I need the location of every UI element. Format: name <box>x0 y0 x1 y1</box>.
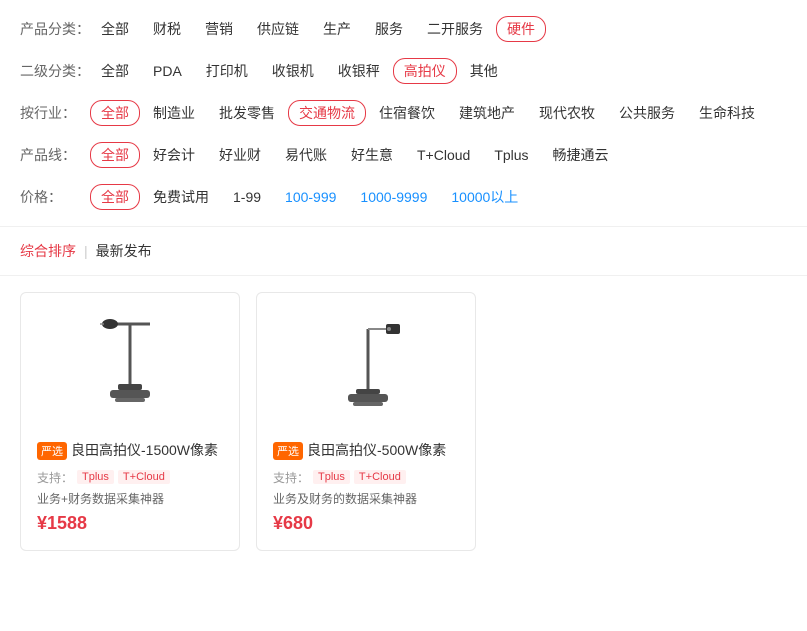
sec-cashier[interactable]: 收银机 <box>261 58 325 84</box>
price-100-999[interactable]: 100-999 <box>274 186 347 208</box>
tag-tcloud-1: T+Cloud <box>118 470 170 484</box>
cat-all[interactable]: 全部 <box>90 16 140 42</box>
product-name-row-2: 严选 良田高拍仪-500W像素 <box>273 441 459 461</box>
price-10000up[interactable]: 10000以上 <box>440 184 529 210</box>
price-free[interactable]: 免费试用 <box>142 184 220 210</box>
product-name-2: 良田高拍仪-500W像素 <box>307 441 446 461</box>
filter-section: 产品分类： 全部 财税 营销 供应链 生产 服务 二开服务 硬件 二级分类： 全… <box>0 0 807 227</box>
sec-other[interactable]: 其他 <box>459 58 509 84</box>
product-category-label: 产品分类： <box>20 19 90 39</box>
product-line-items: 全部 好会计 好业财 易代账 好生意 T+Cloud Tplus 畅捷通云 <box>90 142 620 168</box>
support-row-1: 支持： Tplus T+Cloud <box>37 469 223 486</box>
product-line-label: 产品线： <box>20 145 90 165</box>
product-price-1: ¥1588 <box>37 513 223 534</box>
product-price-2: ¥680 <box>273 513 459 534</box>
product-card-1[interactable]: 严选 良田高拍仪-1500W像素 支持： Tplus T+Cloud 业务+财务… <box>20 292 240 551</box>
ind-realestate[interactable]: 建筑地产 <box>448 100 526 126</box>
cat-supply[interactable]: 供应链 <box>246 16 310 42</box>
cat-hardware[interactable]: 硬件 <box>496 16 546 42</box>
sort-bar: 综合排序 | 最新发布 <box>0 227 807 276</box>
product-name-row-1: 严选 良田高拍仪-1500W像素 <box>37 441 223 461</box>
product-desc-1: 业务+财务数据采集神器 <box>37 490 223 507</box>
ind-hospitality[interactable]: 住宿餐饮 <box>368 100 446 126</box>
sort-latest[interactable]: 最新发布 <box>96 237 152 265</box>
price-1-99[interactable]: 1-99 <box>222 186 272 208</box>
sec-printer[interactable]: 打印机 <box>195 58 259 84</box>
line-tcloud[interactable]: T+Cloud <box>406 144 481 166</box>
ind-biotech[interactable]: 生命科技 <box>688 100 766 126</box>
cat-erkai[interactable]: 二开服务 <box>416 16 494 42</box>
tag-tcloud-2: T+Cloud <box>354 470 406 484</box>
cat-service[interactable]: 服务 <box>364 16 414 42</box>
badge-yanxuan-1: 严选 <box>37 442 67 460</box>
sec-pda[interactable]: PDA <box>142 60 193 82</box>
ind-all[interactable]: 全部 <box>90 100 140 126</box>
line-all[interactable]: 全部 <box>90 142 140 168</box>
sec-scanner[interactable]: 高拍仪 <box>393 58 457 84</box>
sec-scale[interactable]: 收银秤 <box>327 58 391 84</box>
industry-items: 全部 制造业 批发零售 交通物流 住宿餐饮 建筑地产 现代农牧 公共服务 生命科… <box>90 100 766 126</box>
product-desc-2: 业务及财务的数据采集神器 <box>273 490 459 507</box>
line-haoshengyi[interactable]: 好生意 <box>340 142 404 168</box>
product-line-row: 产品线： 全部 好会计 好业财 易代账 好生意 T+Cloud Tplus 畅捷… <box>20 134 787 176</box>
secondary-category-row: 二级分类： 全部 PDA 打印机 收银机 收银秤 高拍仪 其他 <box>20 50 787 92</box>
line-haohuiji[interactable]: 好会计 <box>142 142 206 168</box>
cat-finance[interactable]: 财税 <box>142 16 192 42</box>
secondary-category-label: 二级分类： <box>20 61 90 81</box>
price-label: 价格： <box>20 187 90 207</box>
sec-all[interactable]: 全部 <box>90 58 140 84</box>
ind-public[interactable]: 公共服务 <box>608 100 686 126</box>
scanner-svg-1 <box>90 314 170 424</box>
line-yidaizhang[interactable]: 易代账 <box>274 142 338 168</box>
tag-tplus-1: Tplus <box>77 470 114 484</box>
product-card-2[interactable]: 严选 良田高拍仪-500W像素 支持： Tplus T+Cloud 业务及财务的… <box>256 292 476 551</box>
product-category-items: 全部 财税 营销 供应链 生产 服务 二开服务 硬件 <box>90 16 546 42</box>
industry-label: 按行业： <box>20 103 90 123</box>
cat-production[interactable]: 生产 <box>312 16 362 42</box>
product-name-1: 良田高拍仪-1500W像素 <box>71 441 218 461</box>
product-image-1 <box>37 309 223 429</box>
ind-manufacturing[interactable]: 制造业 <box>142 100 206 126</box>
products-area: 严选 良田高拍仪-1500W像素 支持： Tplus T+Cloud 业务+财务… <box>0 276 807 567</box>
ind-wholesale[interactable]: 批发零售 <box>208 100 286 126</box>
industry-row: 按行业： 全部 制造业 批发零售 交通物流 住宿餐饮 建筑地产 现代农牧 公共服… <box>20 92 787 134</box>
price-row: 价格： 全部 免费试用 1-99 100-999 1000-9999 10000… <box>20 176 787 218</box>
badge-yanxuan-2: 严选 <box>273 442 303 460</box>
price-1000-9999[interactable]: 1000-9999 <box>349 186 438 208</box>
price-items: 全部 免费试用 1-99 100-999 1000-9999 10000以上 <box>90 184 529 210</box>
scanner-svg-2 <box>326 314 406 424</box>
ind-agriculture[interactable]: 现代农牧 <box>528 100 606 126</box>
price-all[interactable]: 全部 <box>90 184 140 210</box>
ind-transport[interactable]: 交通物流 <box>288 100 366 126</box>
product-category-row: 产品分类： 全部 财税 营销 供应链 生产 服务 二开服务 硬件 <box>20 8 787 50</box>
cat-marketing[interactable]: 营销 <box>194 16 244 42</box>
support-label-2: 支持： <box>273 469 309 486</box>
tag-tplus-2: Tplus <box>313 470 350 484</box>
line-changjie[interactable]: 畅捷通云 <box>542 142 620 168</box>
line-tplus[interactable]: Tplus <box>483 144 539 166</box>
line-haoyecai[interactable]: 好业财 <box>208 142 272 168</box>
support-row-2: 支持： Tplus T+Cloud <box>273 469 459 486</box>
secondary-category-items: 全部 PDA 打印机 收银机 收银秤 高拍仪 其他 <box>90 58 509 84</box>
sort-comprehensive[interactable]: 综合排序 <box>20 237 76 265</box>
support-label-1: 支持： <box>37 469 73 486</box>
sort-divider: | <box>84 243 88 259</box>
product-image-2 <box>273 309 459 429</box>
